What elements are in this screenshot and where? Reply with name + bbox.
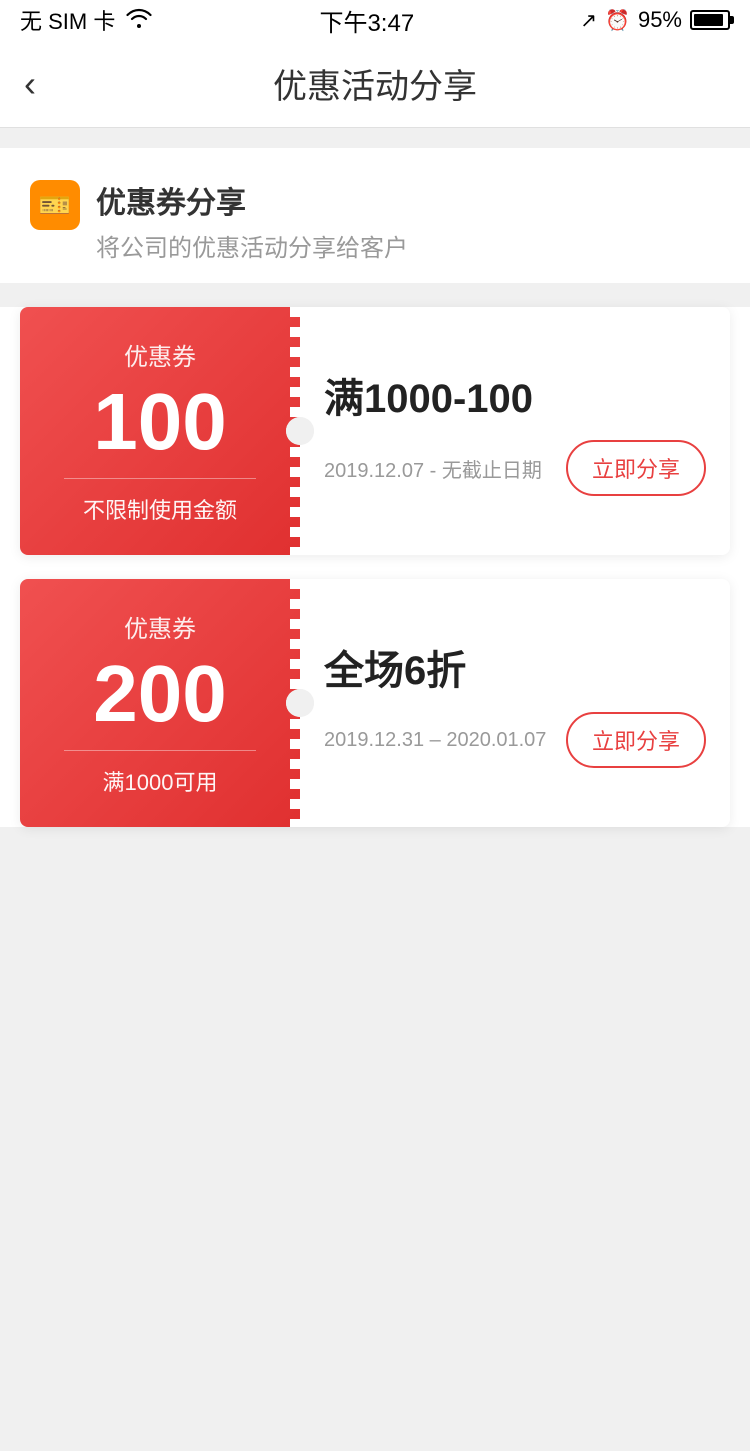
- coupon-card-2: 优惠券 200 满1000可用 全场6折 2019.12.31 – 2020.0…: [20, 579, 730, 827]
- coupon-list: 优惠券 100 不限制使用金额 满1000-100 2019.12.07 - 无…: [0, 307, 750, 827]
- back-button[interactable]: ‹: [24, 63, 36, 105]
- section-header: 🎫 优惠券分享 将公司的优惠活动分享给客户: [0, 148, 750, 283]
- page-title: 优惠活动分享: [273, 59, 477, 108]
- coupon-left-1: 优惠券 100 不限制使用金额: [20, 307, 300, 555]
- coupon-right-1: 满1000-100 2019.12.07 - 无截止日期 立即分享: [300, 307, 730, 555]
- status-right: ↗ ⏰ 95%: [580, 7, 730, 33]
- section-text: 优惠券分享 将公司的优惠活动分享给客户: [96, 178, 408, 263]
- nav-bar: ‹ 优惠活动分享: [0, 40, 750, 128]
- share-button-2[interactable]: 立即分享: [566, 712, 706, 768]
- battery-icon: [690, 10, 730, 30]
- share-button-1[interactable]: 立即分享: [566, 440, 706, 496]
- coupon-amount-1: 100: [93, 382, 226, 462]
- status-left: 无 SIM 卡: [20, 4, 153, 36]
- coupon-right-2: 全场6折 2019.12.31 – 2020.01.07 立即分享: [300, 579, 730, 827]
- coupon-label-1: 优惠券: [124, 337, 196, 372]
- coupon-bottom-row-1: 2019.12.07 - 无截止日期 立即分享: [324, 440, 706, 496]
- no-sim-text: 无 SIM 卡: [20, 4, 115, 36]
- coupon-name-2: 全场6折: [324, 638, 706, 696]
- page-background: [0, 851, 750, 1451]
- coupon-date-2: 2019.12.31 – 2020.01.07: [324, 729, 546, 752]
- status-bar: 无 SIM 卡 下午3:47 ↗ ⏰ 95%: [0, 0, 750, 40]
- alarm-icon: ⏰: [605, 8, 630, 33]
- location-icon: ↗: [580, 8, 597, 33]
- coupon-divider-1: [64, 478, 256, 479]
- coupon-section-icon: 🎫: [30, 180, 80, 230]
- section-subtitle: 将公司的优惠活动分享给客户: [96, 228, 408, 263]
- battery-percent: 95%: [638, 7, 682, 33]
- time-display: 下午3:47: [319, 3, 414, 38]
- coupon-bottom-row-2: 2019.12.31 – 2020.01.07 立即分享: [324, 712, 706, 768]
- section-title: 优惠券分享: [96, 178, 408, 222]
- coupon-divider-2: [64, 750, 256, 751]
- coupon-date-1: 2019.12.07 - 无截止日期: [324, 454, 542, 483]
- coupon-name-1: 满1000-100: [324, 366, 706, 424]
- coupon-card-1: 优惠券 100 不限制使用金额 满1000-100 2019.12.07 - 无…: [20, 307, 730, 555]
- coupon-condition-2: 满1000可用: [103, 765, 218, 797]
- coupon-condition-1: 不限制使用金额: [83, 493, 237, 525]
- wifi-icon: [125, 6, 153, 34]
- coupon-amount-2: 200: [93, 654, 226, 734]
- coupon-label-2: 优惠券: [124, 609, 196, 644]
- coupon-left-2: 优惠券 200 满1000可用: [20, 579, 300, 827]
